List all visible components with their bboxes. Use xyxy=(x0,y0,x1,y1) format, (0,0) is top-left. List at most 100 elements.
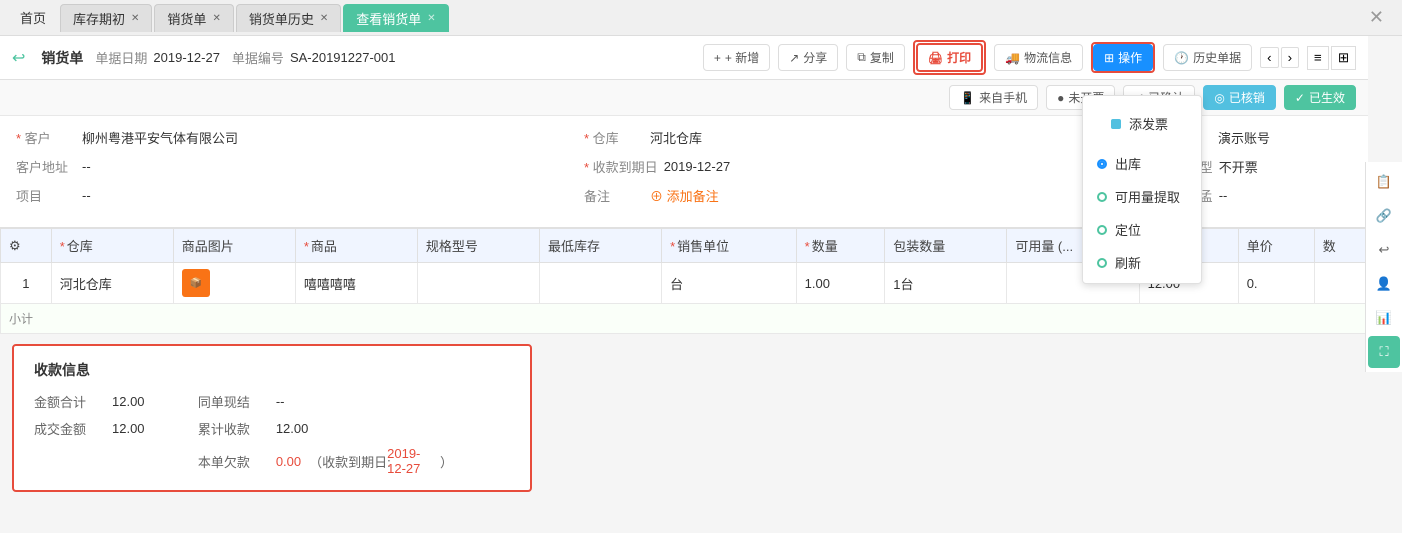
page-close-button[interactable]: ✕ xyxy=(1359,7,1394,28)
tab-inventory-label: 库存期初 xyxy=(73,9,125,28)
sidebar-icon-expand[interactable]: ⛶ xyxy=(1368,336,1400,368)
available-extract-icon xyxy=(1097,192,1107,202)
logistics-label: 物流信息 xyxy=(1024,49,1072,66)
sidebar-icon-link[interactable]: 🔗 xyxy=(1368,200,1400,232)
dropdown-add-invoice[interactable]: 添发票 xyxy=(1083,100,1201,147)
outbound-icon xyxy=(1097,159,1107,169)
tab-inventory[interactable]: 库存期初 ✕ xyxy=(60,4,152,32)
row-product[interactable]: 嘻嘻嘻嘻 xyxy=(295,263,417,304)
dropdown-refresh[interactable]: 刷新 xyxy=(1083,246,1201,279)
toolbar-actions: + + 新增 ↗ 分享 ⧉ 复制 🖨 打印 xyxy=(703,40,1356,75)
date-value: 2019-12-27 xyxy=(153,50,220,65)
phone-icon: 📱 xyxy=(960,91,975,105)
deal-amount-value: 12.00 xyxy=(112,421,145,436)
col-unit-price: 单价 xyxy=(1238,229,1314,263)
grid-view-button[interactable]: ⊞ xyxy=(1331,46,1356,70)
tab-sales[interactable]: 销货单 ✕ xyxy=(154,4,233,32)
operations-button[interactable]: ⊞ 操作 xyxy=(1093,44,1153,71)
project-field: 项目 -- xyxy=(16,186,584,205)
col-quantity: *数量 xyxy=(796,229,885,263)
payment-grid: 金额合计 12.00 同单现结 -- 成交金额 12.00 累计收款 12.00 xyxy=(34,392,510,476)
next-button[interactable]: › xyxy=(1281,47,1299,68)
operations-icon: ⊞ xyxy=(1104,51,1114,65)
col-package-qty: 包装数量 xyxy=(885,229,1007,263)
col-product: *商品 xyxy=(295,229,417,263)
share-button[interactable]: ↗ 分享 xyxy=(778,44,838,71)
tab-view-sales[interactable]: 查看销货单 ✕ xyxy=(343,4,448,32)
share-label: 分享 xyxy=(803,49,827,66)
tab-sales-close[interactable]: ✕ xyxy=(212,13,220,24)
sidebar-icon-chart[interactable]: 📊 xyxy=(1368,302,1400,334)
logistics-button[interactable]: 🚚 物流信息 xyxy=(994,44,1083,71)
note-field: 备注 ⊕ 添加备注 xyxy=(584,186,1152,205)
tab-inventory-close[interactable]: ✕ xyxy=(131,13,139,24)
operations-label: 操作 xyxy=(1118,49,1142,66)
effective-label: 已生效 xyxy=(1309,89,1345,106)
tab-sales-history-close[interactable]: ✕ xyxy=(320,13,328,24)
effective-button[interactable]: ✓ 已生效 xyxy=(1284,85,1356,110)
cumulative-row: 累计收款 12.00 xyxy=(198,419,510,438)
doc-title: 销货单 xyxy=(41,48,83,68)
prev-button[interactable]: ‹ xyxy=(1260,47,1278,68)
row-spec xyxy=(417,263,539,304)
payment-date-value[interactable]: 2019-12-27 xyxy=(664,159,731,174)
copy-button[interactable]: ⧉ 复制 xyxy=(846,44,905,71)
warehouse-value[interactable]: 河北仓库 xyxy=(650,128,702,147)
dropdown-available-extract[interactable]: 可用量提取 xyxy=(1083,180,1201,213)
tab-view-sales-close[interactable]: ✕ xyxy=(427,13,435,24)
sidebar-icon-back[interactable]: ↩ xyxy=(1368,234,1400,266)
voided-label: 已核销 xyxy=(1229,89,1265,106)
customer-value[interactable]: 柳州粤港平安气体有限公司 xyxy=(82,128,238,147)
main-toolbar: ↩ 销货单 单据日期 2019-12-27 单据编号 SA-20191227-0… xyxy=(0,36,1368,80)
from-phone-button[interactable]: 📱 来自手机 xyxy=(949,85,1038,110)
row-quantity[interactable]: 1.00 xyxy=(796,263,885,304)
tab-home[interactable]: 首页 xyxy=(8,4,58,32)
print-button[interactable]: 🖨 打印 xyxy=(916,43,983,72)
col-settings[interactable]: ⚙ xyxy=(1,229,52,263)
sidebar-icon-doc[interactable]: 📋 xyxy=(1368,166,1400,198)
payment-section: 收款信息 金额合计 12.00 同单现结 -- 成交金额 12.00 累计收款 … xyxy=(12,344,532,492)
row-warehouse: 河北仓库 xyxy=(51,263,173,304)
col-warehouse: *仓库 xyxy=(51,229,173,263)
warehouse-field: 仓库 河北仓库 xyxy=(584,128,1152,147)
note-add[interactable]: ⊕ 添加备注 xyxy=(650,186,719,205)
tab-sales-history[interactable]: 销货单历史 ✕ xyxy=(236,4,341,32)
col-unit: *销售单位 xyxy=(662,229,797,263)
print-highlight: 🖨 打印 xyxy=(913,40,986,75)
subtotal-row: 小计 xyxy=(1,304,1368,334)
payment-date-field: 收款到期日 2019-12-27 xyxy=(584,157,1152,176)
row-index: 1 xyxy=(1,263,52,304)
logistics-icon: 🚚 xyxy=(1005,51,1020,65)
copy-icon: ⧉ xyxy=(857,50,866,65)
refresh-icon xyxy=(1097,258,1107,268)
locate-label: 定位 xyxy=(1115,220,1141,239)
add-icon: + xyxy=(714,51,721,65)
operations-dropdown: 添发票 出库 可用量提取 定位 刷新 xyxy=(1082,95,1202,284)
same-order-label: 同单现结 xyxy=(198,392,268,411)
note-add-text: 添加备注 xyxy=(667,189,719,204)
list-view-button[interactable]: ≡ xyxy=(1307,46,1329,70)
deal-amount-row: 成交金额 12.00 xyxy=(34,419,178,438)
project-label: 项目 xyxy=(16,186,76,205)
dropdown-locate[interactable]: 定位 xyxy=(1083,213,1201,246)
tab-sales-history-label: 销货单历史 xyxy=(249,9,314,28)
history-button[interactable]: 🕐 历史单据 xyxy=(1163,44,1252,71)
address-label: 客户地址 xyxy=(16,157,76,176)
copy-label: 复制 xyxy=(870,49,894,66)
tab-bar: 首页 库存期初 ✕ 销货单 ✕ 销货单历史 ✕ 查看销货单 ✕ ✕ xyxy=(0,0,1402,36)
print-label: 打印 xyxy=(947,49,971,66)
col-amount: 数 xyxy=(1314,229,1367,263)
same-order-row: 同单现结 -- xyxy=(198,392,510,411)
deal-amount-label: 成交金额 xyxy=(34,419,104,438)
add-button[interactable]: + + 新增 xyxy=(703,44,770,71)
col-spec: 规格型号 xyxy=(417,229,539,263)
tab-view-sales-label: 查看销货单 xyxy=(356,9,421,28)
customer-label: 客户 xyxy=(16,128,76,147)
row-unit: 台 xyxy=(662,263,797,304)
cumulative-value: 12.00 xyxy=(276,421,309,436)
add-label: + 新增 xyxy=(725,49,759,66)
locate-icon xyxy=(1097,225,1107,235)
sidebar-icon-user[interactable]: 👤 xyxy=(1368,268,1400,300)
voided-button[interactable]: ◎ 已核销 xyxy=(1203,85,1276,110)
dropdown-outbound[interactable]: 出库 xyxy=(1083,147,1201,180)
